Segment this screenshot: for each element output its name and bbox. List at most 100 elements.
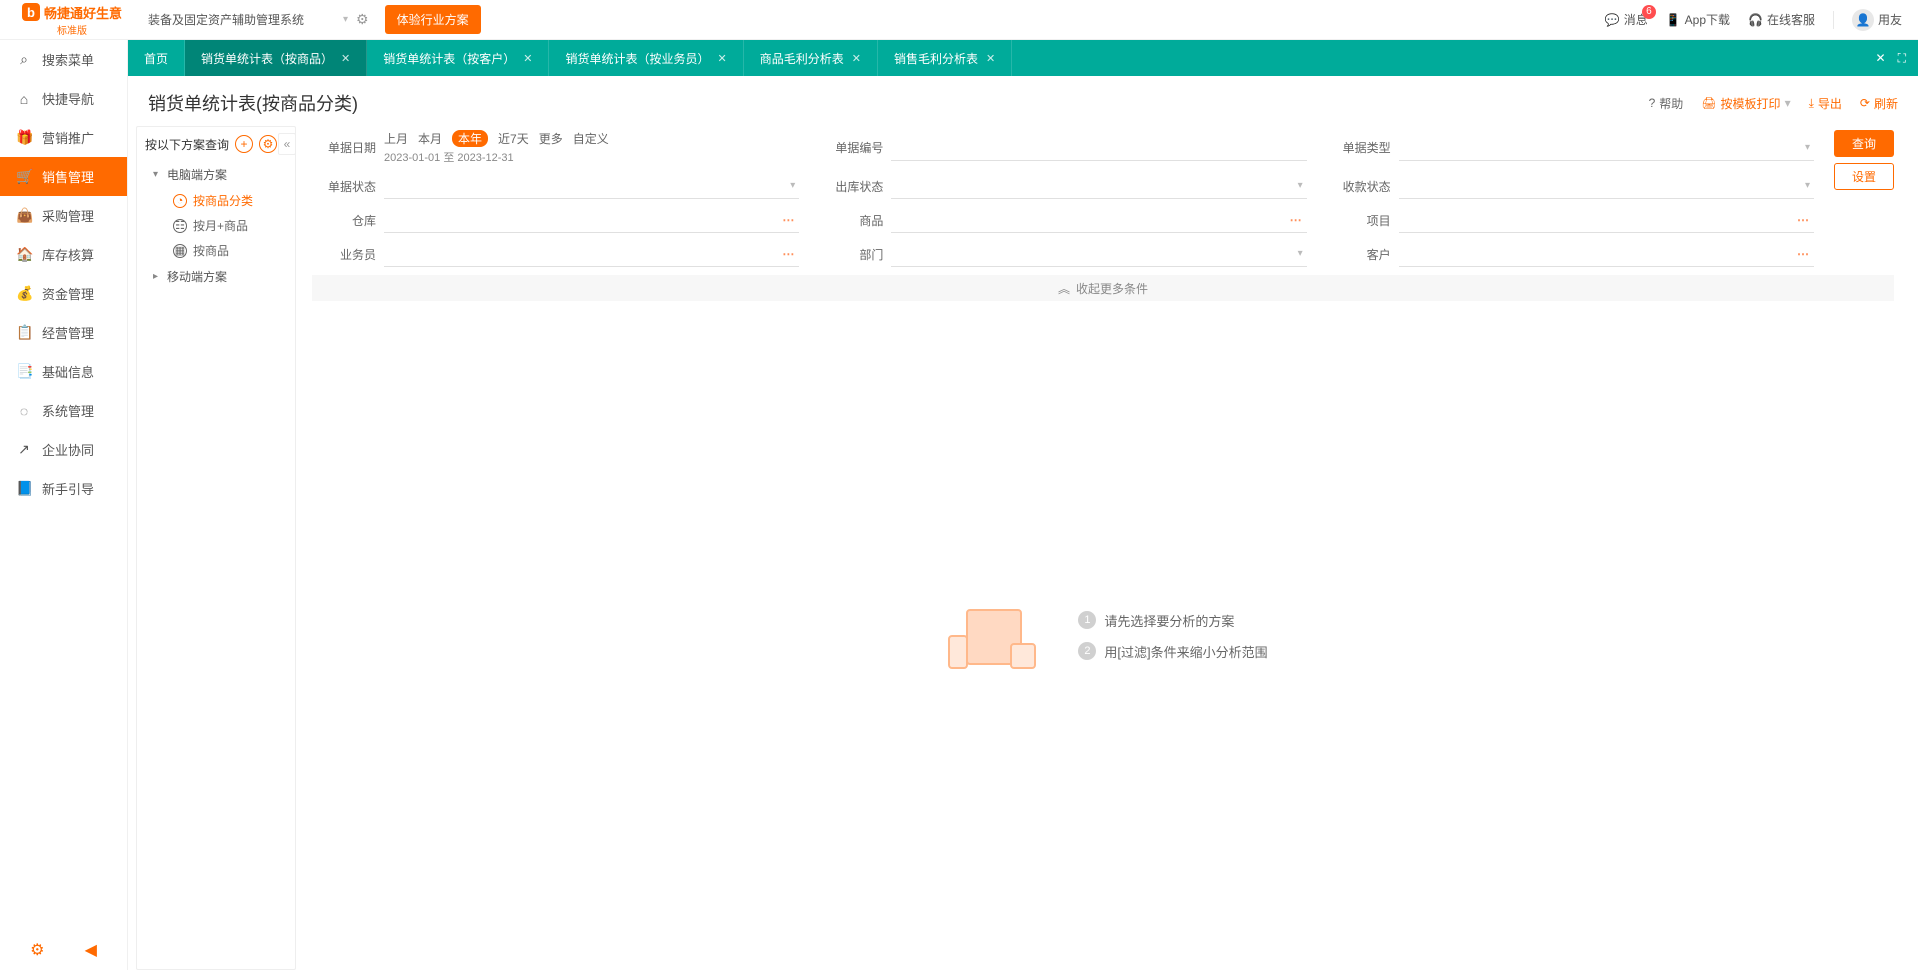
collapse-sidebar-icon[interactable]: ◀ [85,940,97,960]
try-industry-button[interactable]: 体验行业方案 [385,5,481,34]
warehouse-picker[interactable]: ⋯ [384,207,799,233]
sidebar-label: 快捷导航 [42,89,94,108]
refresh-button[interactable]: ⟳ 刷新 [1860,95,1898,112]
tab-0[interactable]: 首页 [128,40,185,76]
sidebar-item-4[interactable]: 👜采购管理 [0,196,127,235]
tree-group-0[interactable]: ▾电脑端方案 [145,161,287,188]
tab-3[interactable]: 销货单统计表（按业务员） ✕ [549,40,743,76]
tab-label: 销货单统计表（按业务员） [565,50,709,67]
close-tab-icon[interactable]: ✕ [852,52,861,65]
code-input[interactable] [891,135,1306,161]
query-button[interactable]: 查询 [1834,130,1894,157]
page-title: 销货单统计表(按商品分类) [148,90,358,116]
sidebar-item-7[interactable]: 📋经营管理 [0,313,127,352]
sidebar-item-5[interactable]: 🏠库存核算 [0,235,127,274]
sidebar-item-3[interactable]: 🛒销售管理 [0,157,127,196]
sidebar: ⌕搜索菜单⌂快捷导航🎁营销推广🛒销售管理👜采购管理🏠库存核算💰资金管理📋经营管理… [0,40,128,970]
print-button[interactable]: 🖨 按模板打印 ▾ [1701,95,1790,112]
date-option[interactable]: 近7天 [498,130,529,147]
more-icon: ⋯ [1290,213,1303,227]
tab-1[interactable]: 销货单统计表（按商品）✕ [185,40,367,76]
sidebar-item-0[interactable]: ⌕搜索菜单 [0,40,127,79]
user-menu[interactable]: 👤 用友 [1852,9,1902,31]
settings-button[interactable]: 设置 [1834,163,1894,190]
sidebar-label: 营销推广 [42,128,94,147]
tab-4[interactable]: 商品毛利分析表 ✕ [744,40,878,76]
fullscreen-icon[interactable]: ⛶ [1898,51,1906,66]
pay-state-select[interactable]: ▾ [1399,173,1814,199]
product-picker[interactable]: ⋯ [891,207,1306,233]
customer-picker[interactable]: ⋯ [1399,241,1814,267]
sidebar-icon: 📑 [16,363,32,380]
sidebar-item-8[interactable]: 📑基础信息 [0,352,127,391]
sidebar-icon: 💰 [16,285,32,302]
tree-group-label: 电脑端方案 [167,166,227,183]
customer-service-button[interactable]: 🎧 在线客服 [1748,11,1815,28]
gear-icon[interactable]: ⚙ [356,11,369,28]
print-icon: 🖨 [1701,96,1716,110]
collapse-filters-button[interactable]: ︽ 收起更多条件 [312,275,1894,301]
project-picker[interactable]: ⋯ [1399,207,1814,233]
close-tab-icon[interactable]: ✕ [523,52,532,65]
type-select[interactable]: ▾ [1399,135,1814,161]
more-icon: ⋯ [1797,213,1810,227]
tab-label: 销货单统计表（按客户） [383,50,515,67]
tab-label: 商品毛利分析表 [760,50,844,67]
tree-item-0-2[interactable]: ▦按商品 [145,238,287,263]
tree-group-1[interactable]: ▸移动端方案 [145,263,287,290]
export-button[interactable]: ⤓ 导出 [1809,95,1842,112]
sidebar-icon: 📘 [16,480,32,497]
close-tab-icon[interactable]: ✕ [341,52,350,65]
date-range-text: 2023-01-01 至 2023-12-31 [384,149,609,165]
filter-dstate-label: 单据状态 [312,178,376,195]
refresh-label: 刷新 [1874,95,1898,112]
doc-state-select[interactable]: ▾ [384,173,799,199]
tree-item-0-0[interactable]: ◔按商品分类 [145,188,287,213]
sidebar-item-10[interactable]: ↗企业协同 [0,430,127,469]
sidebar-label: 经营管理 [42,323,94,342]
sidebar-item-11[interactable]: 📘新手引导 [0,469,127,508]
sidebar-item-6[interactable]: 💰资金管理 [0,274,127,313]
close-tab-icon[interactable]: ✕ [718,52,727,65]
phone-icon: 📱 [1666,13,1681,27]
filter-prod-label: 商品 [819,212,883,229]
empty-illustration [938,591,1048,681]
tab-label: 首页 [144,50,168,67]
messages-badge: 6 [1642,5,1656,19]
sidebar-icon: ↗ [16,441,32,458]
scheme-panel: 按以下方案查询 + ⚙ « ▾电脑端方案◔按商品分类☷按月+商品▦按商品▸移动端… [136,126,296,970]
date-option[interactable]: 更多 [539,130,563,147]
chevron-down-icon: ▾ [343,14,348,25]
export-icon: ⤓ [1809,96,1814,111]
filter-date: 单据日期 上月本月本年近7天更多自定义 2023-01-01 至 2023-12… [312,130,799,165]
content: 按以下方案查询 + ⚙ « ▾电脑端方案◔按商品分类☷按月+商品▦按商品▸移动端… [128,126,1918,970]
tab-5[interactable]: 销售毛利分析表✕ [878,40,1012,76]
sidebar-icon: ◌ [16,403,32,419]
salesperson-picker[interactable]: ⋯ [384,241,799,267]
export-label: 导出 [1818,95,1842,112]
help-link[interactable]: ? 帮助 [1649,95,1684,112]
sidebar-item-9[interactable]: ◌系统管理 [0,391,127,430]
date-option[interactable]: 自定义 [573,130,609,147]
logo: b 畅捷通好生意 标准版 [16,3,128,37]
date-option[interactable]: 本年 [452,130,488,147]
close-tab-icon[interactable]: ✕ [986,52,995,65]
scheme-settings-button[interactable]: ⚙ [259,135,277,153]
tree-item-0-1[interactable]: ☷按月+商品 [145,213,287,238]
date-option[interactable]: 上月 [384,130,408,147]
sidebar-item-1[interactable]: ⌂快捷导航 [0,79,127,118]
date-option[interactable]: 本月 [418,130,442,147]
add-scheme-button[interactable]: + [235,135,253,153]
tab-2[interactable]: 销货单统计表（按客户） ✕ [367,40,549,76]
out-state-select[interactable]: ▾ [891,173,1306,199]
sidebar-item-2[interactable]: 🎁营销推广 [0,118,127,157]
app-download-button[interactable]: 📱 App下载 [1666,11,1730,28]
system-select[interactable]: 装备及固定资产辅助管理系统 ▾ [148,11,348,28]
settings-icon[interactable]: ⚙ [30,940,44,960]
tree-item-label: 按商品 [193,242,229,259]
department-select[interactable]: ▾ [891,241,1306,267]
close-all-tabs-icon[interactable]: ✕ [1876,51,1886,65]
collapse-panel-button[interactable]: « [278,133,296,155]
sidebar-icon: 🏠 [16,246,32,263]
messages-button[interactable]: 💬 消息 6 [1605,11,1648,28]
